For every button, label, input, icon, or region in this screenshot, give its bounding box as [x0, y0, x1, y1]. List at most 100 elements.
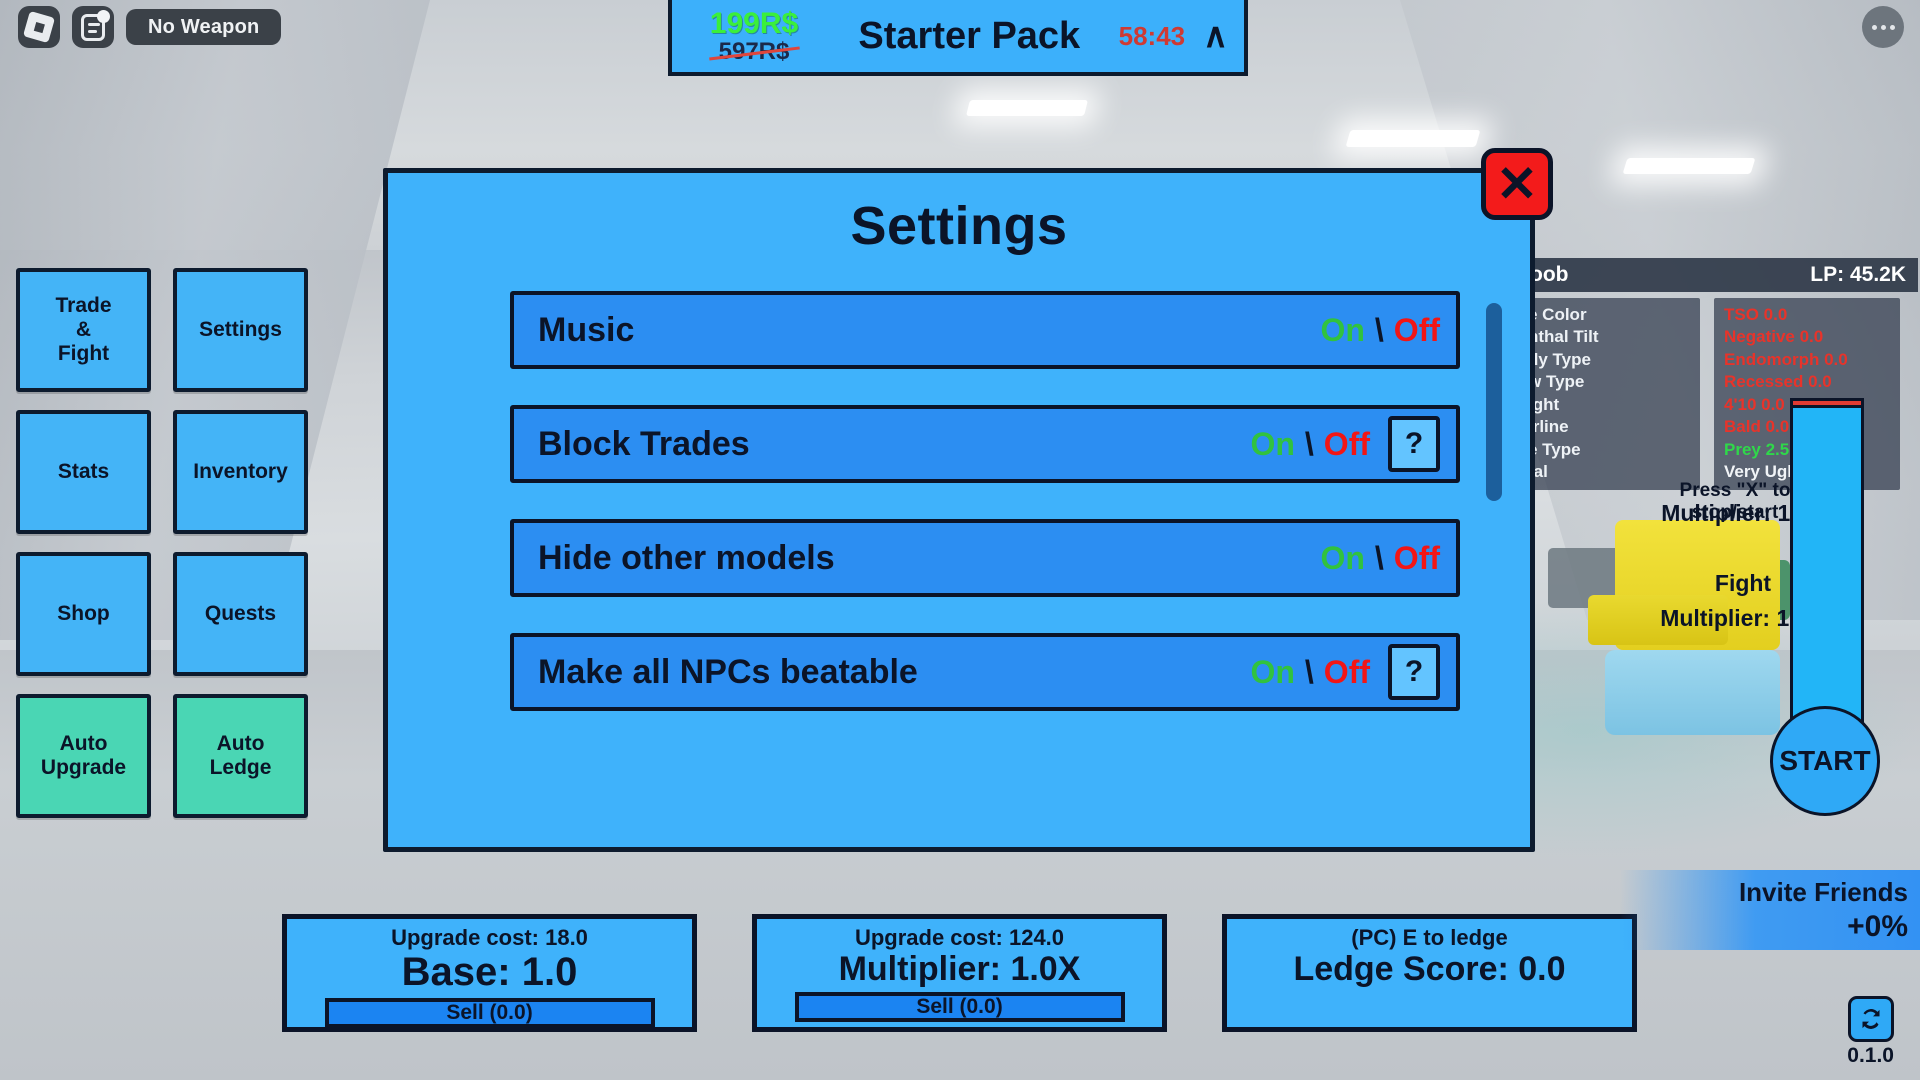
refresh-icon: [1862, 1009, 1880, 1029]
ceiling-light: [966, 100, 1088, 116]
menu-button-auto-ledge[interactable]: Auto Ledge: [173, 694, 308, 818]
setting-toggle[interactable]: On \ Off: [1250, 426, 1370, 463]
ceiling-light: [1345, 130, 1481, 147]
upgrade-cost-label: Upgrade cost: 18.0: [391, 925, 588, 950]
sell-button-base[interactable]: Sell (0.0): [324, 998, 655, 1029]
setting-label: Block Trades: [538, 424, 750, 463]
toggle-off-option[interactable]: Off: [1324, 654, 1370, 691]
stat-value: Recessed 0.0: [1724, 372, 1832, 392]
stat-label: irline: [1528, 417, 1569, 437]
help-icon[interactable]: ?: [1388, 644, 1440, 700]
chevron-up-icon[interactable]: ∧: [1203, 19, 1228, 53]
close-button[interactable]: ✕: [1481, 148, 1553, 220]
toggle-on-option[interactable]: On: [1250, 426, 1294, 463]
stat-value: TSO 0.0: [1724, 305, 1788, 324]
setting-row-make-all-npcs-beatable[interactable]: Make all NPCs beatable On \ Off ?: [510, 633, 1460, 711]
upgrade-cost-label: Upgrade cost: 124.0: [854, 925, 1065, 950]
character-lp: LP: 45.2K: [1810, 263, 1906, 286]
dot: [1889, 24, 1895, 30]
stat-panel-base: Upgrade cost: 18.0 Base: 1.0 Sell (0.0): [282, 914, 697, 1032]
refresh-button[interactable]: [1847, 996, 1894, 1042]
toggle-off-option[interactable]: Off: [1324, 426, 1370, 463]
settings-row-list: Music On \ Off Block Trades On \ Off ? H…: [388, 291, 1530, 847]
version-area: 0.1.0: [1847, 996, 1894, 1068]
toggle-on-option[interactable]: On: [1320, 312, 1364, 349]
starter-pack-banner[interactable]: 199R$ 597R$ Starter Pack 58:43 ∧: [668, 0, 1248, 76]
menu-button-settings[interactable]: Settings: [173, 268, 308, 392]
setting-label: Make all NPCs beatable: [538, 652, 918, 691]
stat-label: ight: [1528, 394, 1560, 414]
settings-scrollbar-thumb[interactable]: [1486, 303, 1502, 501]
toggle-off-option[interactable]: Off: [1394, 312, 1440, 349]
character-stat-labels: e Color nthal Tilt dy Type w Type ight i…: [1518, 298, 1700, 490]
roblox-home-button[interactable]: [18, 6, 60, 48]
ceiling-light: [1622, 158, 1756, 174]
stat-label: dy Type: [1528, 349, 1591, 369]
roblox-logo-icon: [22, 10, 56, 44]
sell-button-multiplier[interactable]: Sell (0.0): [794, 991, 1125, 1022]
npc-model: [1605, 650, 1780, 735]
starter-pack-prices: 199R$ 597R$: [688, 6, 820, 65]
stat-panel-multiplier: Upgrade cost: 124.0 Multiplier: 1.0X Sel…: [752, 914, 1167, 1032]
menu-button-trade-and-fight[interactable]: Trade & Fight: [16, 268, 151, 392]
invite-friends-title: Invite Friends: [1738, 876, 1908, 907]
setting-label: Music: [538, 310, 635, 349]
menu-button-stats[interactable]: Stats: [16, 410, 151, 534]
invite-friends-bonus: +0%: [1847, 909, 1908, 943]
setting-label: Hide other models: [538, 538, 835, 577]
setting-toggle[interactable]: On \ Off: [1320, 540, 1440, 577]
toggle-separator: \: [1304, 425, 1314, 462]
stat-label: w Type: [1528, 372, 1585, 392]
invite-friends-panel[interactable]: Invite Friends +0%: [1620, 870, 1920, 950]
version-label: 0.1.0: [1847, 1044, 1894, 1067]
multiplier-value: Multiplier: 1.0X: [838, 950, 1081, 988]
starter-pack-title: Starter Pack: [858, 14, 1081, 57]
setting-row-hide-other-models[interactable]: Hide other models On \ Off: [510, 519, 1460, 597]
more-options-icon[interactable]: [1862, 6, 1904, 48]
chat-button[interactable]: [72, 6, 114, 48]
progress-column: [1790, 405, 1864, 743]
dot: [1871, 24, 1877, 30]
menu-button-inventory[interactable]: Inventory: [173, 410, 308, 534]
setting-row-music[interactable]: Music On \ Off: [510, 291, 1460, 369]
stat-label: e Color: [1528, 305, 1587, 324]
menu-button-quests[interactable]: Quests: [173, 552, 308, 676]
toggle-on-option[interactable]: On: [1250, 654, 1294, 691]
setting-toggle[interactable]: On \ Off: [1320, 312, 1440, 349]
stat-panel-ledge: (PC) E to ledge Ledge Score: 0.0: [1222, 914, 1637, 1032]
settings-modal-title: Settings: [850, 196, 1068, 256]
menu-button-auto-upgrade[interactable]: Auto Upgrade: [16, 694, 151, 818]
weapon-status-pill[interactable]: No Weapon: [126, 9, 282, 45]
toggle-off-option[interactable]: Off: [1394, 540, 1440, 577]
starter-pack-old-price: 597R$: [718, 37, 790, 65]
base-value: Base: 1.0: [401, 950, 578, 994]
toggle-separator: \: [1374, 539, 1384, 576]
chat-badge-icon: [97, 10, 110, 23]
starter-pack-new-price: 199R$: [709, 6, 799, 40]
starter-pack-timer: 58:43: [1118, 20, 1186, 51]
stat-label: nthal Tilt: [1528, 327, 1599, 347]
stat-value: Negative 0.0: [1724, 327, 1824, 347]
stat-value: Endomorph 0.0: [1724, 349, 1848, 369]
character-header: oob LP: 45.2K: [1518, 258, 1918, 292]
start-button[interactable]: START: [1770, 706, 1880, 816]
toggle-separator: \: [1374, 311, 1384, 348]
weapon-label: No Weapon: [148, 15, 260, 38]
settings-modal: Settings Music On \ Off Block Trades On …: [383, 168, 1535, 852]
roblox-chrome: No Weapon: [18, 6, 282, 48]
left-menu-grid: Trade & Fight Settings Stats Inventory S…: [16, 268, 308, 818]
character-name: oob: [1530, 263, 1569, 286]
dot: [1880, 24, 1886, 30]
toggle-separator: \: [1304, 653, 1314, 690]
stat-label: e Type: [1528, 439, 1581, 459]
settings-scrollbar[interactable]: [1486, 303, 1502, 783]
ledge-hint-label: (PC) E to ledge: [1351, 925, 1508, 950]
setting-row-block-trades[interactable]: Block Trades On \ Off ?: [510, 405, 1460, 483]
ledge-score-value: Ledge Score: 0.0: [1293, 950, 1566, 988]
help-icon[interactable]: ?: [1388, 416, 1440, 472]
game-screen: No Weapon 199R$ 597R$ Starter Pack 58:43…: [0, 0, 1920, 1080]
menu-button-shop[interactable]: Shop: [16, 552, 151, 676]
setting-toggle[interactable]: On \ Off: [1250, 654, 1370, 691]
close-icon: ✕: [1496, 156, 1538, 212]
toggle-on-option[interactable]: On: [1320, 540, 1364, 577]
